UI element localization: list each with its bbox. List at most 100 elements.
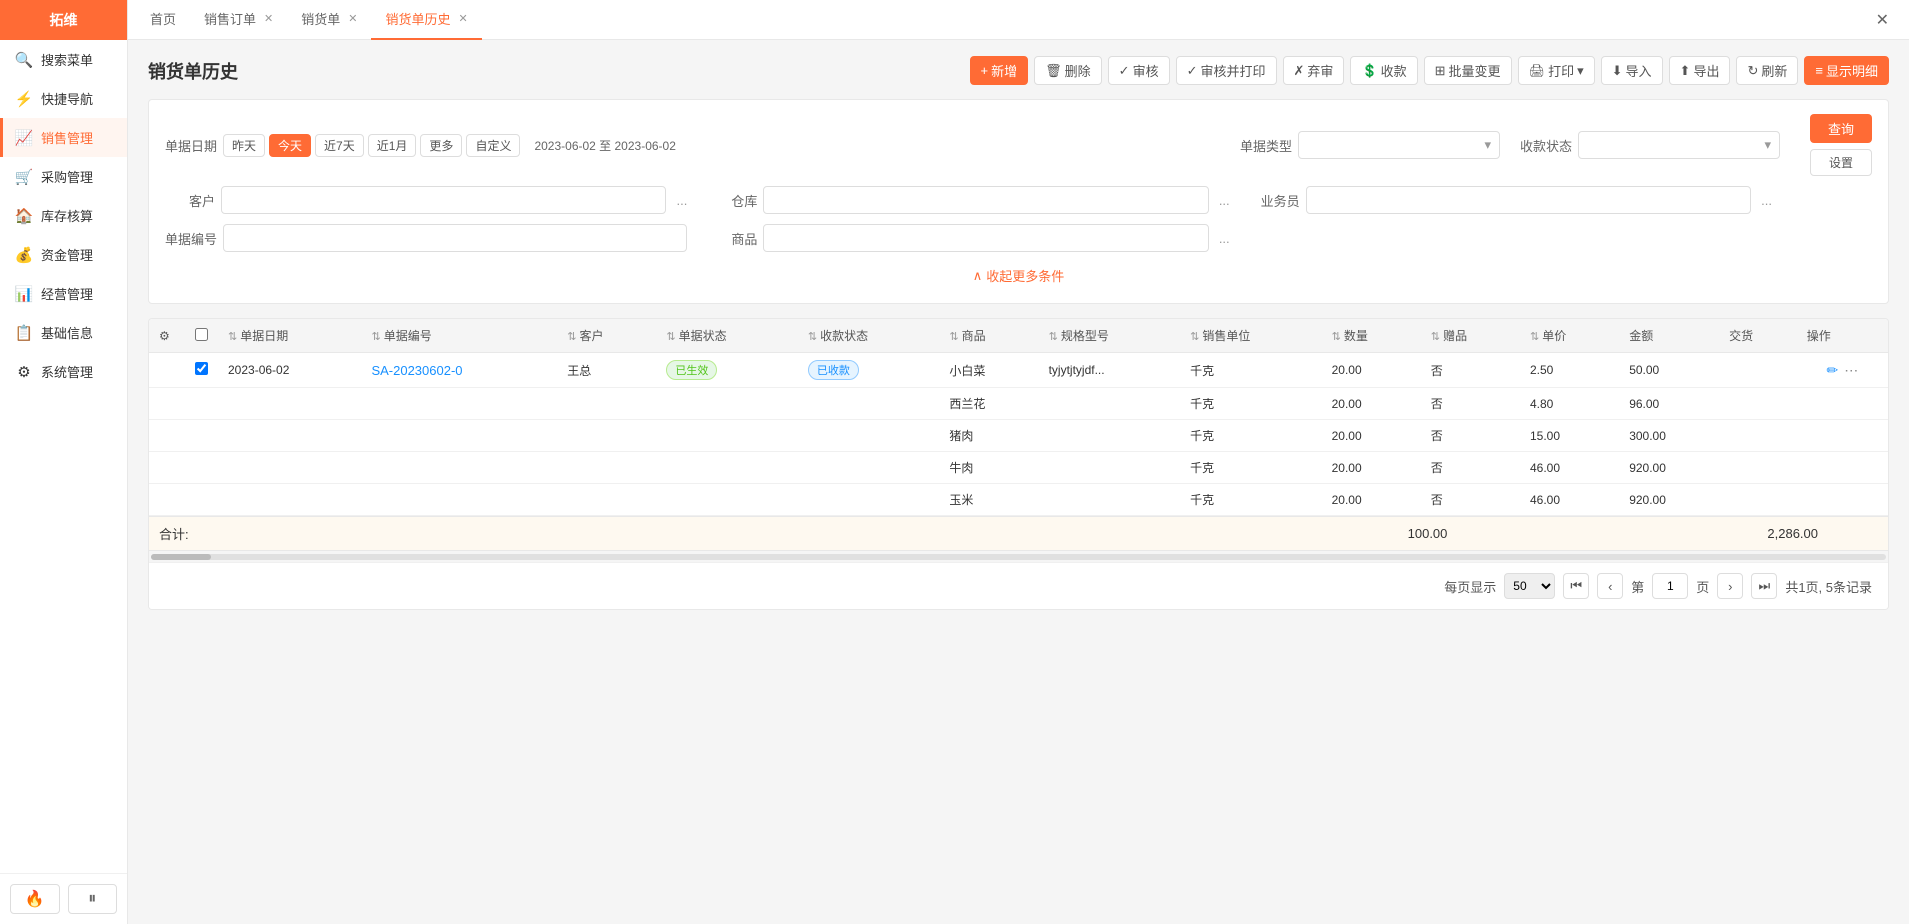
sidebar-item-search-menu[interactable]: 🔍 搜索菜单 bbox=[0, 40, 127, 79]
page-last-btn[interactable]: ⏭ bbox=[1751, 573, 1777, 599]
page-size-select[interactable]: 50 100 200 bbox=[1504, 573, 1555, 599]
row-number-2[interactable] bbox=[361, 420, 557, 452]
tab-close-sales-order[interactable]: ✕ bbox=[264, 12, 273, 25]
row-product-0: 小白菜 bbox=[939, 353, 1038, 388]
import-button[interactable]: ⬇ 导入 bbox=[1601, 56, 1663, 85]
row-checkbox-1[interactable] bbox=[185, 388, 218, 420]
tab-close-sales-history[interactable]: ✕ bbox=[459, 12, 468, 25]
payment-status-select[interactable]: ▾ bbox=[1578, 131, 1780, 159]
tab-sales-order[interactable]: 销售订单 ✕ bbox=[190, 0, 287, 40]
th-price[interactable]: 单价 bbox=[1520, 319, 1619, 353]
date-btn-today[interactable]: 今天 bbox=[269, 134, 311, 157]
th-checkbox[interactable] bbox=[185, 319, 218, 353]
th-date[interactable]: 单据日期 bbox=[218, 319, 361, 353]
salesperson-ellipsis[interactable]: ... bbox=[1761, 193, 1772, 208]
date-btn-more[interactable]: 更多 bbox=[420, 134, 462, 157]
row-more-icon-0[interactable]: ⋯ bbox=[1844, 362, 1858, 379]
tab-home[interactable]: 首页 bbox=[136, 0, 190, 40]
sidebar-fire-btn[interactable]: 🔥 bbox=[10, 884, 60, 914]
batch-change-button[interactable]: ⊞ 批量变更 bbox=[1424, 56, 1512, 85]
footer-amount: 2,286.00 bbox=[1767, 526, 1818, 541]
row-checkbox-4[interactable] bbox=[185, 484, 218, 516]
sidebar-item-sales-mgmt[interactable]: 📈 销售管理 bbox=[0, 118, 127, 157]
row-checkbox-0[interactable] bbox=[185, 353, 218, 388]
warehouse-ellipsis[interactable]: ... bbox=[1219, 193, 1230, 208]
date-btn-1month[interactable]: 近1月 bbox=[368, 134, 417, 157]
delete-button[interactable]: 🗑 删除 bbox=[1034, 56, 1102, 85]
collect-button[interactable]: 💲 收款 bbox=[1350, 56, 1417, 85]
product-input[interactable] bbox=[763, 224, 1208, 252]
export-button[interactable]: ⬆ 导出 bbox=[1669, 56, 1731, 85]
row-checkbox-2[interactable] bbox=[185, 420, 218, 452]
row-pay-status-2 bbox=[798, 420, 940, 452]
row-number-3[interactable] bbox=[361, 452, 557, 484]
date-btn-7days[interactable]: 近7天 bbox=[315, 134, 364, 157]
sidebar-item-basic-info[interactable]: 📋 基础信息 bbox=[0, 313, 127, 352]
date-btn-yesterday[interactable]: 昨天 bbox=[223, 134, 265, 157]
tab-sales-history[interactable]: 销货单历史 ✕ bbox=[371, 0, 481, 40]
sidebar-item-inventory[interactable]: 🏠 库存核算 bbox=[0, 196, 127, 235]
tab-bar-close-btn[interactable]: ✕ bbox=[1864, 10, 1901, 30]
page-input[interactable] bbox=[1652, 573, 1688, 599]
collapse-button[interactable]: ∧ 收起更多条件 bbox=[165, 262, 1872, 289]
warehouse-input[interactable] bbox=[763, 186, 1208, 214]
row-unit-4: 千克 bbox=[1180, 484, 1322, 516]
audit-button[interactable]: ✓ 审核 bbox=[1108, 56, 1170, 85]
print-button[interactable]: 🖨 打印 ▾ bbox=[1518, 56, 1595, 85]
table-row: 2023-06-02 SA-20230602-0 王总 已生效 已收款 小白菜 … bbox=[149, 353, 1888, 388]
show-details-button[interactable]: ≡ 显示明细 bbox=[1804, 56, 1889, 85]
sidebar-item-sys-mgmt[interactable]: ⚙ 系统管理 bbox=[0, 352, 127, 391]
th-number[interactable]: 单据编号 bbox=[361, 319, 557, 353]
refresh-button[interactable]: ↻ 刷新 bbox=[1736, 56, 1798, 85]
abandon-button[interactable]: ✗ 弃审 bbox=[1283, 56, 1345, 85]
scroll-thumb[interactable] bbox=[151, 554, 211, 560]
th-customer[interactable]: 客户 bbox=[557, 319, 656, 353]
query-button[interactable]: 查询 bbox=[1810, 114, 1872, 143]
sidebar-pause-btn[interactable]: ⏸ bbox=[68, 884, 118, 914]
product-ellipsis[interactable]: ... bbox=[1219, 231, 1230, 246]
page-next-btn[interactable]: › bbox=[1717, 573, 1743, 599]
th-pay-status[interactable]: 收款状态 bbox=[798, 319, 940, 353]
tab-sales-delivery[interactable]: 销货单 ✕ bbox=[287, 0, 371, 40]
sidebar-item-quick-nav[interactable]: ⚡ 快捷导航 bbox=[0, 79, 127, 118]
new-button[interactable]: + 新增 bbox=[970, 56, 1029, 85]
row-number-1[interactable] bbox=[361, 388, 557, 420]
row-amount-0: 50.00 bbox=[1619, 353, 1719, 388]
date-btn-custom[interactable]: 自定义 bbox=[466, 134, 520, 157]
sidebar-item-finance[interactable]: 💰 资金管理 bbox=[0, 235, 127, 274]
select-all-checkbox[interactable] bbox=[195, 328, 208, 341]
th-qty[interactable]: 数量 bbox=[1322, 319, 1421, 353]
sidebar-item-purchase-mgmt[interactable]: 🛒 采购管理 bbox=[0, 157, 127, 196]
th-product[interactable]: 商品 bbox=[939, 319, 1038, 353]
basic-info-icon: 📋 bbox=[15, 324, 33, 342]
row-number-4[interactable] bbox=[361, 484, 557, 516]
row-check[interactable] bbox=[195, 362, 208, 375]
th-spec[interactable]: 规格型号 bbox=[1039, 319, 1181, 353]
date-range-text: 2023-06-02 至 2023-06-02 bbox=[534, 137, 675, 154]
print-icon: 🖨 bbox=[1529, 63, 1546, 79]
page-first-btn[interactable]: ⏮ bbox=[1563, 573, 1589, 599]
th-unit[interactable]: 销售单位 bbox=[1180, 319, 1322, 353]
row-edit-icon-0[interactable]: ✏ bbox=[1826, 362, 1838, 379]
audit-print-button[interactable]: ✓ 审核并打印 bbox=[1176, 56, 1277, 85]
row-number-0[interactable]: SA-20230602-0 bbox=[361, 353, 557, 388]
row-spec-3 bbox=[1039, 452, 1181, 484]
row-customer-4 bbox=[557, 484, 656, 516]
th-gift[interactable]: 赠品 bbox=[1421, 319, 1520, 353]
footer-label: 合计: bbox=[159, 524, 189, 543]
sidebar-bottom: 🔥 ⏸ bbox=[0, 873, 127, 924]
th-gear[interactable]: ⚙ bbox=[149, 319, 185, 353]
doc-number-input[interactable] bbox=[223, 224, 687, 252]
customer-input[interactable] bbox=[221, 186, 666, 214]
row-checkbox-3[interactable] bbox=[185, 452, 218, 484]
scroll-bar[interactable] bbox=[149, 550, 1888, 562]
salesperson-input[interactable] bbox=[1306, 186, 1751, 214]
th-doc-status[interactable]: 单据状态 bbox=[656, 319, 798, 353]
settings-button[interactable]: 设置 bbox=[1810, 149, 1872, 176]
sidebar-item-operations[interactable]: 📊 经营管理 bbox=[0, 274, 127, 313]
page-prev-btn[interactable]: ‹ bbox=[1597, 573, 1623, 599]
tab-close-sales-delivery[interactable]: ✕ bbox=[348, 12, 357, 25]
row-doc-status-1 bbox=[656, 388, 798, 420]
doc-type-select[interactable]: ▾ bbox=[1298, 131, 1500, 159]
customer-ellipsis[interactable]: ... bbox=[676, 193, 687, 208]
